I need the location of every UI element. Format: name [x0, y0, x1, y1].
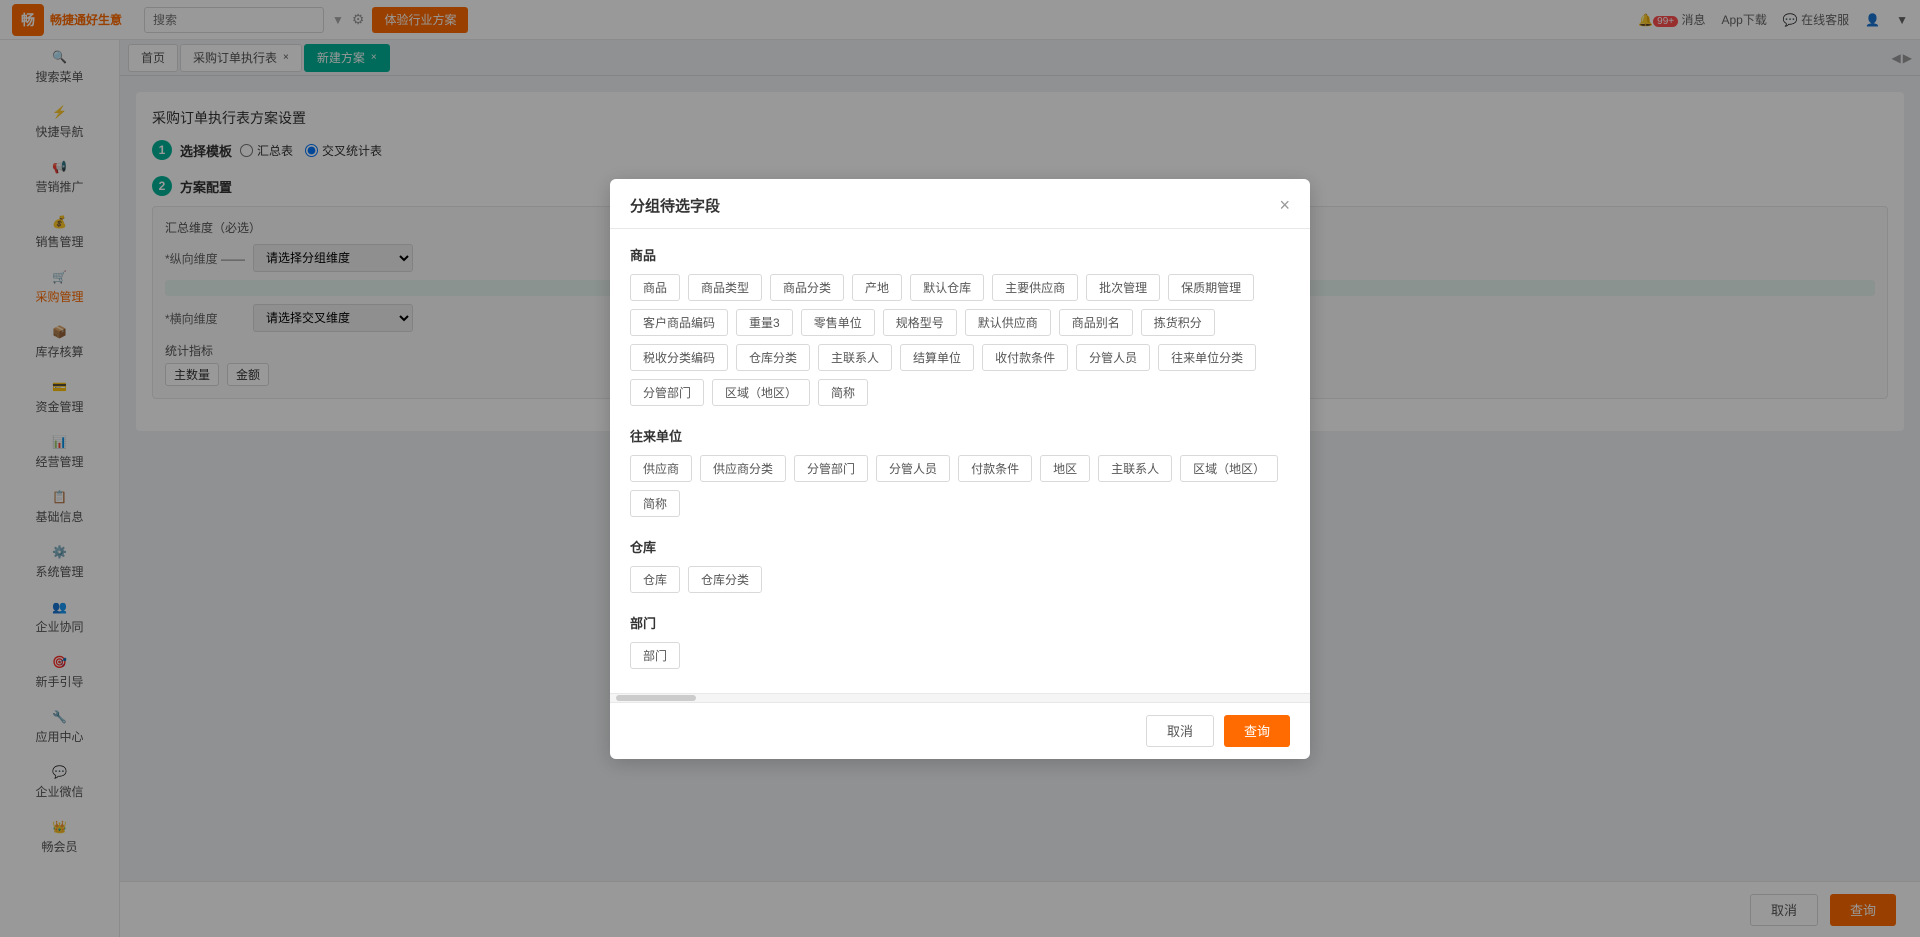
chip-goods-type[interactable]: 商品类型: [688, 274, 762, 301]
modal: 分组待选字段 × 商品 商品 商品类型 商品分类 产地 默认仓库 主要供应商 批…: [610, 179, 1310, 759]
hscroll-thumb: [616, 695, 696, 701]
chip-dept[interactable]: 部门: [630, 642, 680, 669]
section-goods-title: 商品: [630, 245, 1290, 264]
chip-dept-managed[interactable]: 分管部门: [630, 379, 704, 406]
chip-warehouse-type[interactable]: 仓库分类: [688, 566, 762, 593]
chip-warehouse-category[interactable]: 仓库分类: [736, 344, 810, 371]
chip-main-supplier[interactable]: 主要供应商: [992, 274, 1078, 301]
chip-payment-terms[interactable]: 收付款条件: [982, 344, 1068, 371]
chip-goods-category[interactable]: 商品分类: [770, 274, 844, 301]
chip-payment-condition[interactable]: 付款条件: [958, 455, 1032, 482]
chip-manager[interactable]: 分管人员: [1076, 344, 1150, 371]
modal-footer: 取消 查询: [610, 702, 1310, 759]
chip-partner-dept[interactable]: 分管部门: [794, 455, 868, 482]
partner-chips: 供应商 供应商分类 分管部门 分管人员 付款条件 地区 主联系人 区域（地区） …: [630, 455, 1290, 517]
modal-body[interactable]: 商品 商品 商品类型 商品分类 产地 默认仓库 主要供应商 批次管理 保质期管理…: [610, 229, 1310, 694]
chip-region[interactable]: 区域（地区）: [712, 379, 810, 406]
chip-tax-code[interactable]: 税收分类编码: [630, 344, 728, 371]
section-partner: 往来单位 供应商 供应商分类 分管部门 分管人员 付款条件 地区 主联系人 区域…: [630, 426, 1290, 517]
chip-weight[interactable]: 重量3: [736, 309, 793, 336]
chip-retail-unit[interactable]: 零售单位: [801, 309, 875, 336]
chip-batch-mgmt[interactable]: 批次管理: [1086, 274, 1160, 301]
dept-chips: 部门: [630, 642, 1290, 669]
chip-goods[interactable]: 商品: [630, 274, 680, 301]
chip-supplier-category[interactable]: 供应商分类: [700, 455, 786, 482]
chip-customer-code[interactable]: 客户商品编码: [630, 309, 728, 336]
modal-header: 分组待选字段 ×: [610, 179, 1310, 229]
chip-region2[interactable]: 区域（地区）: [1180, 455, 1278, 482]
chip-settlement-unit[interactable]: 结算单位: [900, 344, 974, 371]
modal-confirm-btn[interactable]: 查询: [1224, 715, 1290, 747]
goods-chips: 商品 商品类型 商品分类 产地 默认仓库 主要供应商 批次管理 保质期管理 客户…: [630, 274, 1290, 406]
section-warehouse: 仓库 仓库 仓库分类: [630, 537, 1290, 593]
modal-overlay: 分组待选字段 × 商品 商品 商品类型 商品分类 产地 默认仓库 主要供应商 批…: [0, 0, 1920, 937]
chip-spec-model[interactable]: 规格型号: [883, 309, 957, 336]
modal-close-btn[interactable]: ×: [1279, 195, 1290, 216]
chip-partner-manager[interactable]: 分管人员: [876, 455, 950, 482]
chip-pick-points[interactable]: 拣货积分: [1141, 309, 1215, 336]
chip-short-name[interactable]: 简称: [818, 379, 868, 406]
chip-main-contact2[interactable]: 主联系人: [1098, 455, 1172, 482]
chip-main-contact[interactable]: 主联系人: [818, 344, 892, 371]
modal-title: 分组待选字段: [630, 195, 720, 216]
modal-hscroll[interactable]: [610, 693, 1310, 702]
section-warehouse-title: 仓库: [630, 537, 1290, 556]
chip-area[interactable]: 地区: [1040, 455, 1090, 482]
modal-cancel-btn[interactable]: 取消: [1146, 715, 1214, 747]
section-dept: 部门 部门: [630, 613, 1290, 669]
chip-warehouse[interactable]: 仓库: [630, 566, 680, 593]
section-partner-title: 往来单位: [630, 426, 1290, 445]
chip-goods-alias[interactable]: 商品别名: [1059, 309, 1133, 336]
chip-partner-category[interactable]: 往来单位分类: [1158, 344, 1256, 371]
chip-supplier[interactable]: 供应商: [630, 455, 692, 482]
chip-default-warehouse[interactable]: 默认仓库: [910, 274, 984, 301]
chip-shelf-life[interactable]: 保质期管理: [1168, 274, 1254, 301]
section-dept-title: 部门: [630, 613, 1290, 632]
section-goods: 商品 商品 商品类型 商品分类 产地 默认仓库 主要供应商 批次管理 保质期管理…: [630, 245, 1290, 406]
chip-short-name2[interactable]: 简称: [630, 490, 680, 517]
chip-default-supplier[interactable]: 默认供应商: [965, 309, 1051, 336]
warehouse-chips: 仓库 仓库分类: [630, 566, 1290, 593]
chip-origin[interactable]: 产地: [852, 274, 902, 301]
